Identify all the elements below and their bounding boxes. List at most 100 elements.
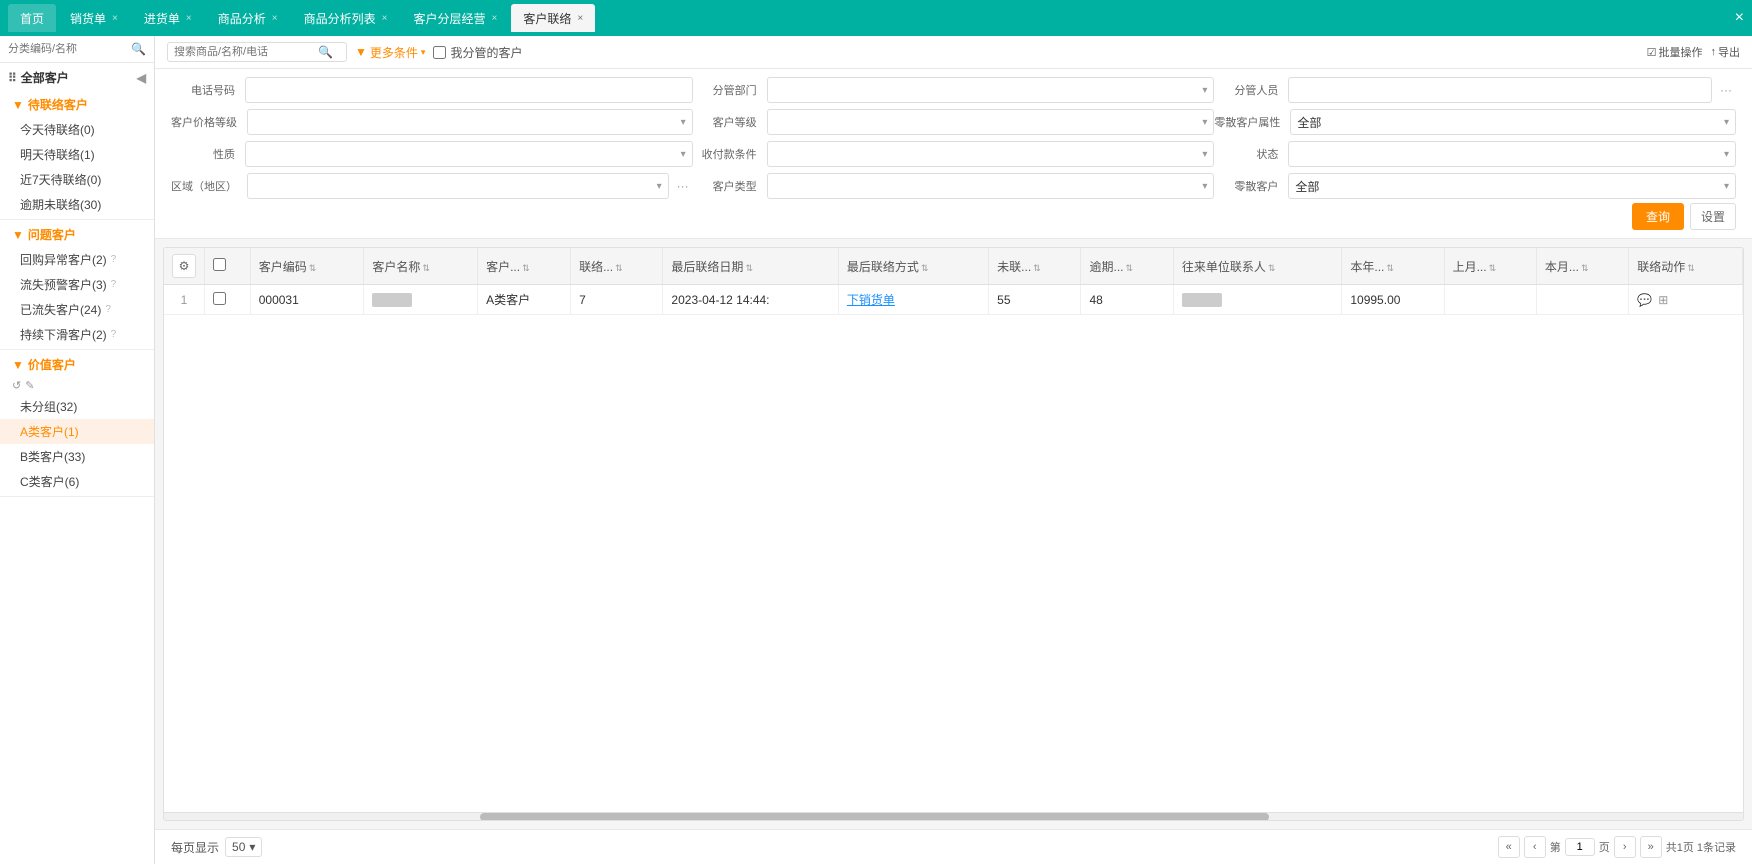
sort-icon[interactable]: ⇅ [1033,263,1041,273]
filter-input-0-0[interactable] [245,77,693,103]
hint-icon: ? [111,279,117,290]
top-right-actions: ☑ 批量操作 ↑ 导出 [1647,44,1740,60]
sort-icon[interactable]: ⇅ [1581,263,1589,273]
sort-icon[interactable]: ⇅ [1489,263,1497,273]
export-btn[interactable]: ↑ 导出 [1711,44,1741,60]
page-size-dropdown[interactable]: 50 ▾ [225,837,262,857]
nav-tab-close[interactable]: × [491,13,497,24]
next-page-btn[interactable]: › [1614,836,1636,858]
page-number-input[interactable] [1565,838,1595,856]
batch-op-btn[interactable]: ☑ 批量操作 [1647,44,1703,60]
scroll-thumb[interactable] [480,813,1270,821]
sort-icon[interactable]: ⇅ [1126,263,1134,273]
filter-select-2-1[interactable]: ▾ [767,141,1215,167]
table-scroll-area[interactable]: ⚙客户编码⇅客户名称⇅客户...⇅联络...⇅最后联络日期⇅最后联络方式⇅未联.… [164,248,1743,812]
nav-tab-home[interactable]: 首页 [8,4,56,32]
sidebar-item-overdue[interactable]: 逾期未联络(30) [0,192,154,217]
first-page-btn[interactable]: « [1498,836,1520,858]
filter-row-1: 客户价格等级▾客户等级▾零散客户属性全部▾ [171,109,1736,135]
chat-icon[interactable]: 💬 [1637,293,1652,307]
sidebar-group-value-customers[interactable]: ▼价值客户 [0,352,154,377]
nav-tab-goods-analysis[interactable]: 商品分析 × [206,4,290,32]
filter-group-1-2: 零散客户属性全部▾ [1214,109,1736,135]
sidebar-item-repurchase-abnormal[interactable]: 回购异常客户(2)? [0,247,154,272]
search-input[interactable] [174,46,314,58]
close-all-tabs[interactable]: × [1735,9,1744,27]
sort-icon[interactable]: ⇅ [309,263,317,273]
sort-icon[interactable]: ⇅ [921,263,929,273]
sidebar-item-c-class[interactable]: C类客户(6) [0,469,154,494]
filter-select-2-2[interactable]: ▾ [1288,141,1736,167]
filter-select-1-0[interactable]: ▾ [247,109,693,135]
nav-tab-goods-analysis-list[interactable]: 商品分析列表× [292,4,400,32]
nav-tab-close[interactable]: × [112,13,118,24]
filter-label: 客户价格等级 [171,114,243,130]
table-settings-icon[interactable]: ⚙ [172,254,196,278]
filter-input-0-2[interactable] [1288,77,1712,103]
table-header: ⚙客户编码⇅客户名称⇅客户...⇅联络...⇅最后联络日期⇅最后联络方式⇅未联.… [164,248,1743,285]
sort-icon[interactable]: ⇅ [1687,263,1695,273]
prev-page-btn[interactable]: ‹ [1524,836,1546,858]
nav-tab-close[interactable]: × [577,13,583,24]
query-button[interactable]: 查询 [1632,203,1684,230]
my-customers-checkbox[interactable] [433,46,446,59]
filter-select-3-1[interactable]: ▾ [767,173,1215,199]
filter-select-2-0[interactable]: ▾ [245,141,693,167]
row-last-contact-method: 下销货单 [838,285,988,315]
sidebar-item-b-class[interactable]: B类客户(33) [0,444,154,469]
sidebar-item-tomorrow-pending[interactable]: 明天待联络(1) [0,142,154,167]
nav-tab-close[interactable]: × [382,13,388,24]
filter-select-1-1[interactable]: ▾ [767,109,1215,135]
sidebar-item-declining[interactable]: 持续下滑客户(2)? [0,322,154,347]
nav-tab-label: 商品分析 [218,10,266,27]
filter-dots-icon[interactable]: ··· [673,179,693,193]
all-customers-label: 全部客户 [21,69,69,86]
more-filters-btn[interactable]: ▼ 更多条件 ▾ [355,44,425,61]
filter-select-3-2[interactable]: 全部▾ [1288,173,1736,199]
row-checkbox[interactable] [213,292,226,305]
sidebar-item-a-class[interactable]: A类客户(1) [0,419,154,444]
settings-button[interactable]: 设置 [1690,203,1736,230]
contact-method-link[interactable]: 下销货单 [847,293,895,307]
nav-tab-purchase[interactable]: 进货单× [132,4,204,32]
refresh-icon[interactable]: ↺ [12,379,21,392]
nav-tab-customer-tier[interactable]: 客户分层经营× [401,4,509,32]
all-customers-header[interactable]: ⠿ 全部客户 ◀ [0,63,154,92]
sidebar-item-today-pending[interactable]: 今天待联络(0) [0,117,154,142]
nav-tab-sales[interactable]: 销货单× [58,4,130,32]
sidebar-item-churn-warning[interactable]: 流失预警客户(3)? [0,272,154,297]
batch-op-icon: ☑ [1647,46,1657,59]
nav-tab-close[interactable]: × [186,13,192,24]
filter-label: 分管人员 [1214,82,1284,98]
sidebar-item-week-pending[interactable]: 近7天待联络(0) [0,167,154,192]
sidebar-item-ungrouped[interactable]: 未分组(32) [0,394,154,419]
sort-icon[interactable]: ⇅ [745,263,753,273]
sort-icon[interactable]: ⇅ [1386,263,1394,273]
total-records: 共1页 1条记录 [1666,839,1736,855]
filter-select-0-1[interactable]: ▾ [767,77,1215,103]
filter-select-3-0[interactable]: ▾ [247,173,669,199]
sort-icon[interactable]: ⇅ [422,263,430,273]
my-customers-filter[interactable]: 我分管的客户 [433,44,522,61]
horizontal-scrollbar[interactable] [164,812,1743,820]
last-page-btn[interactable]: » [1640,836,1662,858]
sort-icon[interactable]: ⇅ [1268,263,1276,273]
nav-tab-close[interactable]: × [272,13,278,24]
filter-select-1-2[interactable]: 全部▾ [1290,109,1736,135]
page-size-selector: 每页显示 50 ▾ [171,837,262,857]
sort-icon[interactable]: ⇅ [615,263,623,273]
sidebar-item-churned[interactable]: 已流失客户(24)? [0,297,154,322]
sidebar-search-icon[interactable]: 🔍 [131,42,146,56]
filter-dots-icon[interactable]: ··· [1716,83,1736,97]
select-arrow: ▾ [657,181,662,192]
sort-icon[interactable]: ⇅ [522,263,530,273]
grid-icon[interactable]: ⊞ [1658,293,1668,307]
sidebar-collapse-icon[interactable]: ◀ [137,71,146,85]
sidebar-search-input[interactable] [8,43,127,55]
search-icon[interactable]: 🔍 [318,45,333,59]
select-all-checkbox[interactable] [213,258,226,271]
sidebar-group-problem-customers[interactable]: ▼问题客户 [0,222,154,247]
nav-tab-customer-contact[interactable]: 客户联络× [511,4,595,32]
edit-icon[interactable]: ✎ [25,379,34,392]
sidebar-group-pending-contact[interactable]: ▼待联络客户 [0,92,154,117]
